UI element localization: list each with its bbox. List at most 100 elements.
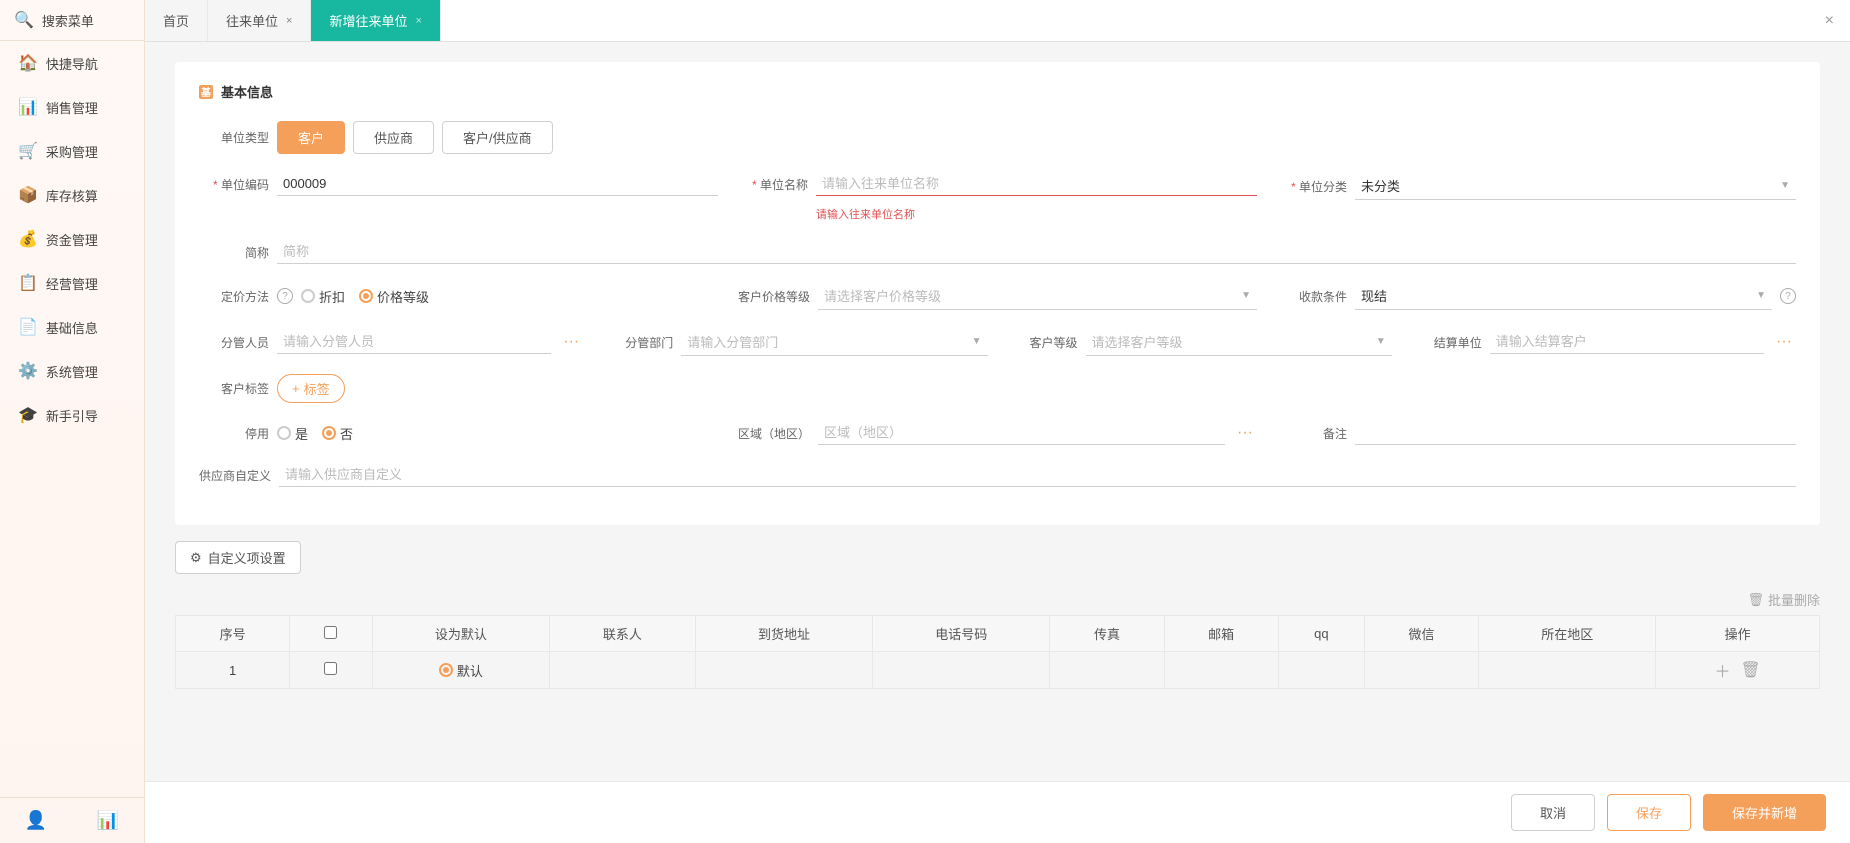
pricing-help-icon[interactable]: ? [277, 288, 293, 304]
row-add-btn[interactable]: ＋ [1715, 658, 1731, 682]
custom-settings-button[interactable]: ⚙ 自定义项设置 [175, 541, 301, 574]
row-seq: 1 [176, 652, 290, 689]
inventory-icon: 📦 [18, 185, 38, 205]
supplier-custom-group: 供应商自定义 [199, 463, 1796, 487]
sidebar-item-system[interactable]: ⚙️ 系统管理 [0, 349, 144, 393]
batch-delete-label: 批量删除 [1768, 590, 1820, 609]
pricing-method-group: 定价方法 ? 折扣 价格等级 [199, 287, 718, 306]
tab-new-partner[interactable]: 新增往来单位 × [311, 0, 440, 41]
batch-delete-btn[interactable]: 🗑 批量删除 [1747, 590, 1820, 609]
sidebar-item-label-quick-nav: 快捷导航 [46, 54, 98, 73]
batch-delete-area: 🗑 批量删除 [175, 590, 1820, 609]
disable-region-remarks-row: 停用 是 否 区 [199, 421, 1796, 445]
cancel-button[interactable]: 取消 [1511, 794, 1595, 831]
operations-icon: 📋 [18, 273, 38, 293]
payment-terms-help-icon[interactable]: ? [1780, 288, 1796, 304]
short-name-input[interactable] [277, 240, 1796, 264]
payment-terms-label: 收款条件 [1277, 288, 1347, 305]
purchase-icon: 🛒 [18, 141, 38, 161]
unit-type-row: 单位类型 客户 供应商 客户/供应商 [199, 121, 1796, 154]
sidebar-item-sales[interactable]: 📊 销售管理 [0, 85, 144, 129]
add-tag-icon: + [292, 381, 300, 396]
payment-terms-value: 现结 [1361, 286, 1752, 305]
col-qq: qq [1278, 616, 1364, 652]
customer-price-level-select[interactable]: 请选择客户价格等级 ▼ [818, 282, 1257, 310]
section-title-text: 基本信息 [221, 82, 273, 101]
col-phone: 电话号码 [873, 616, 1050, 652]
supplier-custom-input[interactable] [279, 463, 1796, 487]
remarks-group: 备注 [1277, 421, 1796, 445]
sidebar-user-btn[interactable]: 👤 [0, 798, 72, 843]
sidebar-item-guide[interactable]: 🎓 新手引导 [0, 393, 144, 437]
row-default-radio[interactable]: 默认 [439, 661, 483, 680]
col-fax: 传真 [1050, 616, 1164, 652]
settlement-label: 结算单位 [1412, 334, 1482, 351]
unit-type-label: 单位类型 [199, 129, 269, 146]
radio-no[interactable]: 否 [322, 424, 353, 443]
sidebar-item-finance[interactable]: 💰 资金管理 [0, 217, 144, 261]
row-region [1479, 652, 1656, 689]
department-placeholder: 请输入分管部门 [687, 332, 967, 351]
tab-new-partner-label: 新增往来单位 [329, 11, 407, 30]
customer-tag-label: 客户标签 [199, 380, 269, 397]
region-input[interactable] [818, 421, 1225, 445]
department-select[interactable]: 请输入分管部门 ▼ [681, 328, 987, 356]
sidebar-search-label: 搜索菜单 [42, 11, 94, 30]
sidebar-item-inventory[interactable]: 📦 库存核算 [0, 173, 144, 217]
col-seq: 序号 [176, 616, 290, 652]
row-wechat [1364, 652, 1478, 689]
row-checkbox[interactable] [324, 662, 337, 675]
save-button[interactable]: 保存 [1607, 794, 1691, 831]
close-all-tabs[interactable]: × [1809, 0, 1850, 41]
settlement-input[interactable] [1490, 330, 1764, 354]
department-group: 分管部门 请输入分管部门 ▼ [603, 328, 987, 356]
section-title: 基 基本信息 [199, 82, 1796, 101]
row-delete-btn[interactable]: 🗑 [1741, 660, 1761, 680]
sidebar-item-quick-nav[interactable]: 🏠 快捷导航 [0, 41, 144, 85]
sidebar: 🔍 搜索菜单 🏠 快捷导航 📊 销售管理 🛒 采购管理 📦 库存核算 💰 资金管… [0, 0, 145, 843]
unit-name-group: 单位名称 请输入往来单位名称 [738, 172, 1257, 222]
tab-home[interactable]: 首页 [145, 0, 208, 41]
unit-btn-both[interactable]: 客户/供应商 [442, 121, 553, 154]
unit-btn-supplier[interactable]: 供应商 [353, 121, 434, 154]
unit-name-input[interactable] [816, 172, 1257, 196]
customer-price-level-chevron: ▼ [1241, 290, 1251, 301]
radio-yes[interactable]: 是 [277, 424, 308, 443]
unit-category-select[interactable]: 未分类 ▼ [1355, 172, 1796, 200]
supervisor-more-btn[interactable]: ··· [559, 333, 583, 351]
supervisor-input[interactable] [277, 330, 551, 354]
custom-settings-label: 自定义项设置 [208, 548, 286, 567]
customer-level-select[interactable]: 请选择客户等级 ▼ [1086, 328, 1392, 356]
sidebar-item-operations[interactable]: 📋 经营管理 [0, 261, 144, 305]
add-tag-btn[interactable]: + 标签 [277, 374, 345, 403]
remarks-input[interactable] [1355, 421, 1796, 445]
customer-level-label: 客户等级 [1008, 334, 1078, 351]
sidebar-search[interactable]: 🔍 搜索菜单 [0, 0, 144, 41]
sidebar-item-basic-info[interactable]: 📄 基础信息 [0, 305, 144, 349]
radio-price-level[interactable]: 价格等级 [359, 287, 429, 306]
region-more-btn[interactable]: ··· [1233, 424, 1257, 442]
radio-discount-label: 折扣 [319, 287, 345, 306]
unit-category-group: 单位分类 未分类 ▼ [1277, 172, 1796, 200]
save-add-button[interactable]: 保存并新增 [1703, 794, 1826, 831]
col-address: 到货地址 [695, 616, 872, 652]
tab-partners[interactable]: 往来单位 × [208, 0, 311, 41]
tab-partners-close[interactable]: × [286, 15, 292, 27]
disable-label: 停用 [199, 425, 269, 442]
unit-btn-customer[interactable]: 客户 [277, 121, 345, 154]
settlement-more-btn[interactable]: ··· [1772, 333, 1796, 351]
sidebar-item-label-guide: 新手引导 [46, 406, 98, 425]
select-all-checkbox[interactable] [324, 626, 337, 639]
row-fax [1050, 652, 1164, 689]
tab-new-partner-close[interactable]: × [415, 15, 421, 27]
payment-terms-select[interactable]: 现结 ▼ [1355, 282, 1772, 310]
unit-code-input[interactable] [277, 172, 718, 196]
supervisor-group: 分管人员 ··· [199, 330, 583, 354]
col-actions: 操作 [1656, 616, 1820, 652]
radio-discount[interactable]: 折扣 [301, 287, 345, 306]
customer-price-level-label: 客户价格等级 [738, 288, 810, 305]
col-checkbox [290, 616, 373, 652]
sidebar-stats-btn[interactable]: 📊 [72, 798, 144, 843]
basic-info-section: 基 基本信息 单位类型 客户 供应商 客户/供应商 单位编码 [175, 62, 1820, 525]
sidebar-item-purchase[interactable]: 🛒 采购管理 [0, 129, 144, 173]
